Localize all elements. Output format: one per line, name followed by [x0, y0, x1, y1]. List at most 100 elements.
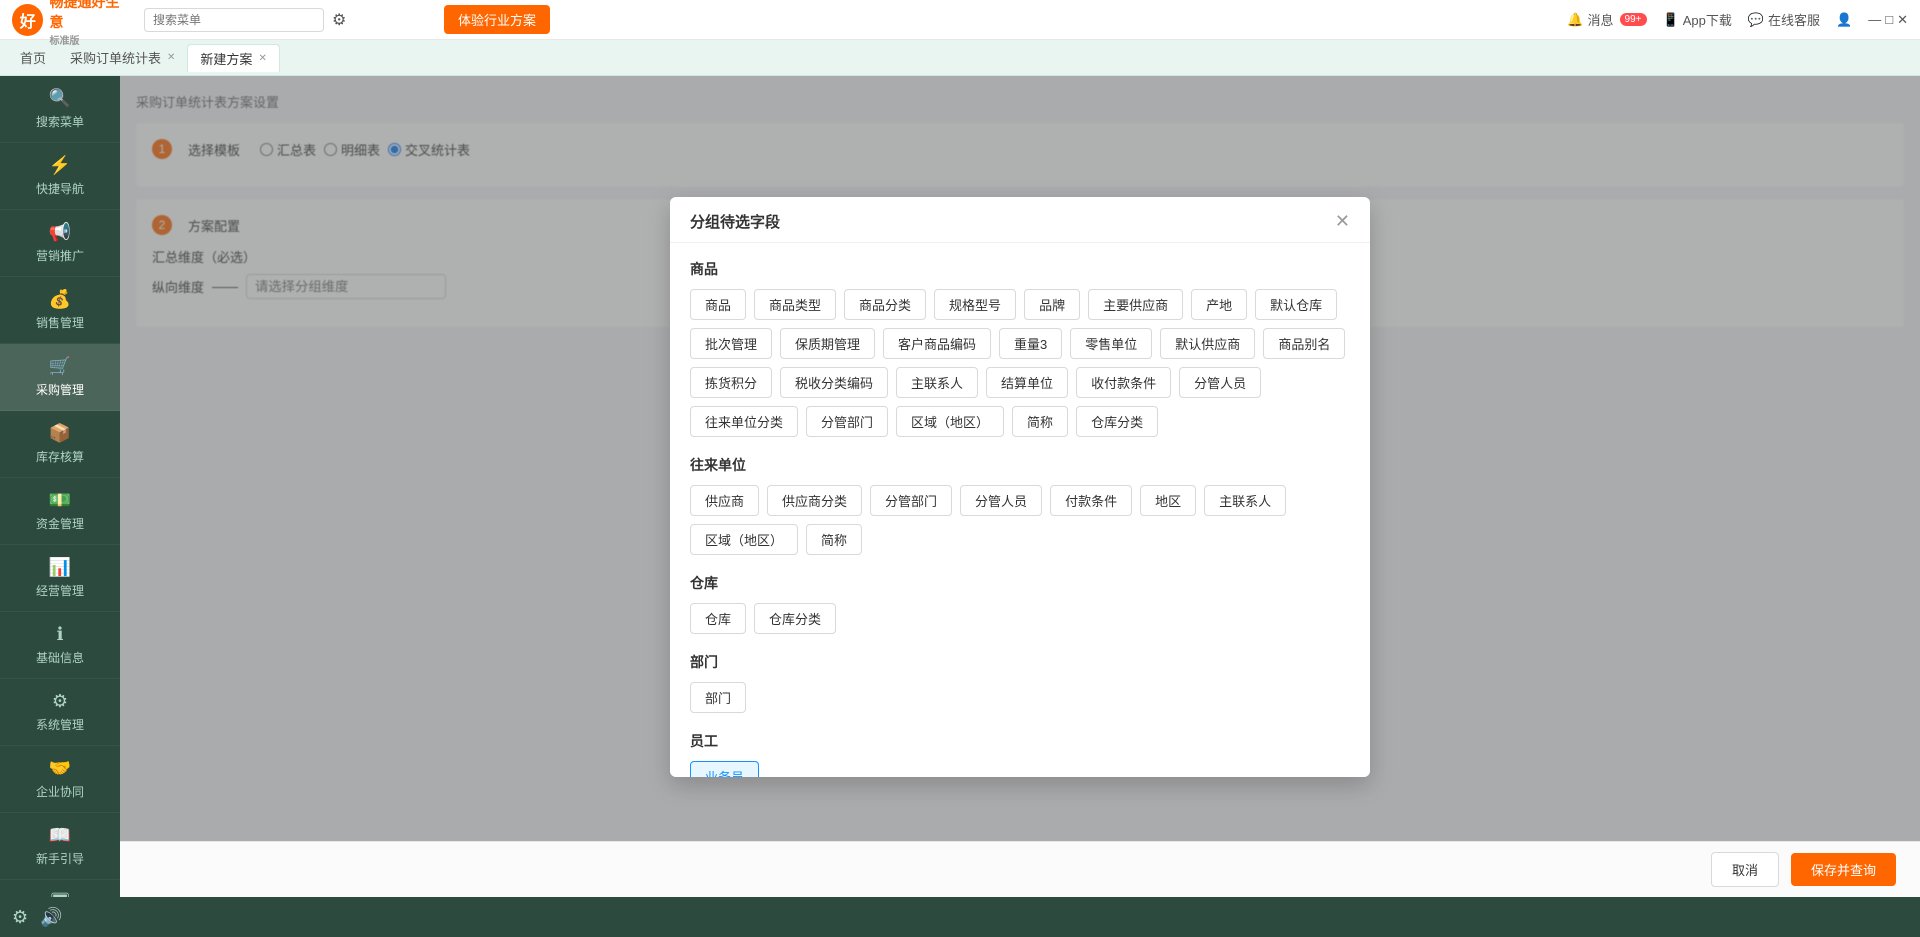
tab-purchase-close[interactable]: ✕: [167, 52, 175, 63]
marketing-icon: 📢: [49, 222, 71, 243]
avatar[interactable]: 👤: [1836, 12, 1852, 28]
app-download-btn[interactable]: 📱 App下载: [1663, 10, 1732, 29]
section-goods-title: 商品: [690, 259, 1350, 279]
field-tag-dept[interactable]: 分管部门: [806, 406, 888, 437]
online-service-btn[interactable]: 💬 在线客服: [1748, 10, 1820, 29]
field-tag-cp-person[interactable]: 分管人员: [960, 485, 1042, 516]
trial-button[interactable]: 体验行业方案: [444, 5, 550, 34]
enterprise-icon: 🤝: [49, 758, 71, 779]
field-tag-goods[interactable]: 商品: [690, 289, 746, 320]
topbar-right: 🔔 消息 99+ 📱 App下载 💬 在线客服 👤 — □ ✕: [1567, 10, 1908, 29]
goods-field-grid: 商品 商品类型 商品分类 规格型号 品牌 主要供应商 产地 默认仓库 批次管理 …: [690, 289, 1350, 437]
tabbar: 首页 采购订单统计表 ✕ 新建方案 ✕: [0, 40, 1920, 76]
topbar: 好 畅捷通好生意 标准版 ⚙ 体验行业方案 🔔 消息 99+ 📱 App下载 💬…: [0, 0, 1920, 40]
field-tag-goods-alias[interactable]: 商品别名: [1263, 328, 1345, 359]
field-tag-pick-points[interactable]: 拣货积分: [690, 367, 772, 398]
tab-new-plan-close[interactable]: ✕: [258, 53, 266, 64]
field-tag-origin[interactable]: 产地: [1191, 289, 1247, 320]
dialog-body[interactable]: 商品 商品 商品类型 商品分类 规格型号 品牌 主要供应商 产地 默认仓库 批次…: [670, 243, 1370, 777]
save-query-button[interactable]: 保存并查询: [1791, 853, 1896, 886]
notification-icon: 🔔: [1567, 12, 1583, 28]
sidebar-item-inventory-label: 库存核算: [36, 448, 84, 465]
field-tag-tax-code[interactable]: 税收分类编码: [780, 367, 888, 398]
field-tag-short-name[interactable]: 简称: [1012, 406, 1068, 437]
audio-bottom-icon[interactable]: 🔊: [40, 907, 62, 928]
dialog: 分组待选字段 ✕ 商品 商品 商品类型 商品分类 规格型号 品牌 主要供应商 产…: [670, 197, 1370, 777]
tab-new-plan-label: 新建方案: [200, 49, 252, 68]
sidebar-item-search[interactable]: 🔍 搜索菜单: [0, 76, 120, 143]
field-tag-cp-region[interactable]: 区域（地区）: [690, 524, 798, 555]
sidebar-item-purchase-label: 采购管理: [36, 381, 84, 398]
field-tag-default-supplier[interactable]: 默认供应商: [1160, 328, 1255, 359]
field-tag-cp-dept[interactable]: 分管部门: [870, 485, 952, 516]
avatar-icon: 👤: [1836, 12, 1852, 28]
field-tag-cp-short-name[interactable]: 简称: [806, 524, 862, 555]
field-tag-supplier-category[interactable]: 供应商分类: [767, 485, 862, 516]
sidebar-item-sales[interactable]: 💰 销售管理: [0, 277, 120, 344]
field-tag-weight3[interactable]: 重量3: [999, 328, 1062, 359]
cancel-button[interactable]: 取消: [1711, 852, 1779, 887]
settings-bottom-icon[interactable]: ⚙: [12, 907, 28, 928]
field-tag-customer-code[interactable]: 客户商品编码: [883, 328, 991, 359]
window-close-icon[interactable]: ✕: [1897, 12, 1908, 28]
sidebar-item-inventory[interactable]: 📦 库存核算: [0, 411, 120, 478]
field-tag-spec-model[interactable]: 规格型号: [934, 289, 1016, 320]
field-tag-cp-main-contact[interactable]: 主联系人: [1204, 485, 1286, 516]
field-tag-default-warehouse[interactable]: 默认仓库: [1255, 289, 1337, 320]
field-tag-warehouse-category[interactable]: 仓库分类: [1076, 406, 1158, 437]
dialog-close-button[interactable]: ✕: [1335, 211, 1350, 232]
section-goods: 商品 商品 商品类型 商品分类 规格型号 品牌 主要供应商 产地 默认仓库 批次…: [690, 259, 1350, 437]
field-tag-main-contact[interactable]: 主联系人: [896, 367, 978, 398]
field-tag-supplier[interactable]: 供应商: [690, 485, 759, 516]
inventory-icon: 📦: [49, 423, 71, 444]
sidebar: 🔍 搜索菜单 ⚡ 快捷导航 📢 营销推广 💰 销售管理 🛒 采购管理 📦 库存核…: [0, 76, 120, 897]
notification-label: 消息: [1588, 10, 1614, 29]
sidebar-item-operations[interactable]: 📊 经营管理: [0, 545, 120, 612]
field-tag-region[interactable]: 区域（地区）: [896, 406, 1004, 437]
sidebar-item-guide[interactable]: 📖 新手引导: [0, 813, 120, 880]
field-tag-wh-category[interactable]: 仓库分类: [754, 603, 836, 634]
field-tag-expiry-mgmt[interactable]: 保质期管理: [780, 328, 875, 359]
system-icon: ⚙: [52, 691, 68, 712]
field-tag-brand[interactable]: 品牌: [1024, 289, 1080, 320]
field-tag-salesperson[interactable]: 业务员: [690, 761, 759, 777]
operations-icon: 📊: [49, 557, 71, 578]
field-tag-department[interactable]: 部门: [690, 682, 746, 713]
notification-badge: 99+: [1620, 13, 1647, 26]
gear-icon[interactable]: ⚙: [332, 10, 346, 30]
sidebar-item-quick-nav[interactable]: ⚡ 快捷导航: [0, 143, 120, 210]
sidebar-item-basic-info[interactable]: ℹ 基础信息: [0, 612, 120, 679]
notification-btn[interactable]: 🔔 消息 99+: [1567, 10, 1646, 29]
field-tag-main-supplier[interactable]: 主要供应商: [1088, 289, 1183, 320]
field-tag-payment-condition[interactable]: 付款条件: [1050, 485, 1132, 516]
sidebar-item-purchase[interactable]: 🛒 采购管理: [0, 344, 120, 411]
tab-new-plan[interactable]: 新建方案 ✕: [187, 44, 279, 72]
sidebar-item-sales-label: 销售管理: [36, 314, 84, 331]
sales-icon: 💰: [49, 289, 71, 310]
maximize-icon[interactable]: □: [1885, 12, 1893, 27]
field-tag-warehouse[interactable]: 仓库: [690, 603, 746, 634]
finance-icon: 💵: [49, 490, 71, 511]
field-tag-responsible-person[interactable]: 分管人员: [1179, 367, 1261, 398]
field-tag-counterparty-category[interactable]: 往来单位分类: [690, 406, 798, 437]
sidebar-item-marketing[interactable]: 📢 营销推广: [0, 210, 120, 277]
tab-home[interactable]: 首页: [8, 44, 58, 72]
field-tag-batch-mgmt[interactable]: 批次管理: [690, 328, 772, 359]
field-tag-area[interactable]: 地区: [1140, 485, 1196, 516]
tab-purchase-stats[interactable]: 采购订单统计表 ✕: [58, 44, 187, 72]
field-tag-payment-terms[interactable]: 收付款条件: [1076, 367, 1171, 398]
minimize-icon[interactable]: —: [1868, 12, 1881, 27]
app-icon: 📱: [1663, 12, 1679, 28]
search-input[interactable]: [144, 8, 324, 32]
sidebar-item-app-center[interactable]: 🖥 应用中心: [0, 880, 120, 897]
field-tag-goods-type[interactable]: 商品类型: [754, 289, 836, 320]
sidebar-item-system[interactable]: ⚙ 系统管理: [0, 679, 120, 746]
app-download-label: App下载: [1683, 10, 1732, 29]
field-tag-goods-category[interactable]: 商品分类: [844, 289, 926, 320]
bottombar: ⚙ 🔊: [0, 897, 1920, 937]
sidebar-item-search-label: 搜索菜单: [36, 113, 84, 130]
field-tag-retail-unit[interactable]: 零售单位: [1070, 328, 1152, 359]
sidebar-item-finance[interactable]: 💵 资金管理: [0, 478, 120, 545]
sidebar-item-enterprise[interactable]: 🤝 企业协同: [0, 746, 120, 813]
field-tag-settlement-unit[interactable]: 结算单位: [986, 367, 1068, 398]
